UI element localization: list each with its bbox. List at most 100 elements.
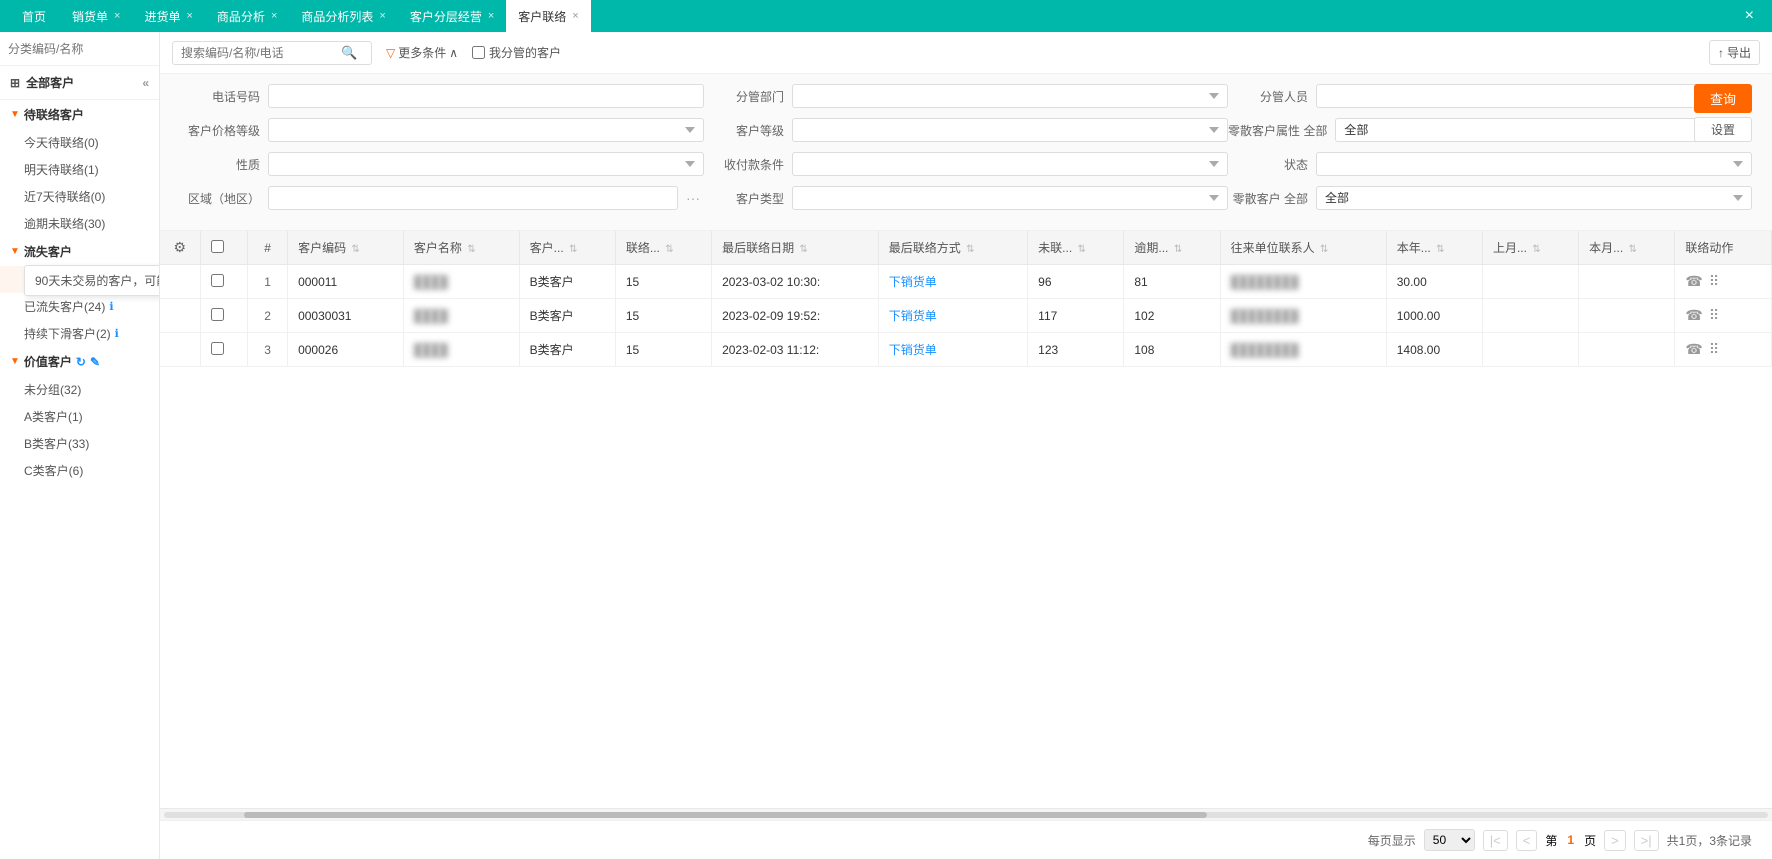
horizontal-scrollbar[interactable] [160, 808, 1772, 820]
first-page-button[interactable]: |< [1483, 830, 1508, 851]
th-settings[interactable]: ⚙ [160, 231, 200, 265]
customer-level-select[interactable] [792, 118, 1228, 142]
contact-action-icon-2[interactable]: ☎ [1685, 341, 1702, 358]
payment-select[interactable] [792, 152, 1228, 176]
th-last-date[interactable]: 最后联络日期 ⇅ [712, 231, 879, 265]
nav-tab-purchase[interactable]: 进货单 × [132, 0, 204, 32]
close-purchase-tab[interactable]: × [186, 10, 192, 22]
more-conditions-button[interactable]: ▽ 更多条件 ∧ [380, 41, 464, 64]
info-icon-1: ℹ [109, 300, 113, 313]
th-name[interactable]: 客户名称 ⇅ [403, 231, 519, 265]
select-all-checkbox[interactable] [211, 240, 224, 253]
close-analysis-list-tab[interactable]: × [379, 10, 385, 22]
settings-icon[interactable]: ⚙ [173, 239, 186, 255]
prev-page-button[interactable]: < [1516, 830, 1538, 851]
sidebar-item-already-lost[interactable]: 已流失客户(24) ℹ [0, 293, 159, 320]
next-page-button[interactable]: > [1604, 830, 1626, 851]
retail-customer-select[interactable]: 全部 [1316, 186, 1752, 210]
sidebar-item-class-a[interactable]: A类客户(1) [0, 403, 159, 430]
nature-select[interactable] [268, 152, 704, 176]
settings-button[interactable]: 设置 [1694, 117, 1752, 142]
sidebar-group-value[interactable]: ▼ 价值客户 ↻ ✎ [0, 347, 159, 376]
price-level-select[interactable] [268, 118, 704, 142]
sidebar-item-class-b[interactable]: B类客户(33) [0, 430, 159, 457]
my-customers-checkbox[interactable]: 我分管的客户 [472, 44, 561, 61]
td-check-0[interactable] [200, 265, 248, 299]
th-this-year[interactable]: 本年... ⇅ [1386, 231, 1482, 265]
phone-input[interactable] [268, 84, 704, 108]
row-checkbox-0[interactable] [211, 274, 224, 287]
more-action-icon-2[interactable]: ⠿ [1709, 341, 1719, 358]
sidebar-group-lost[interactable]: ▼ 流失客户 [0, 237, 159, 266]
nav-tab-analysis[interactable]: 商品分析 × [205, 0, 289, 32]
th-unit-contact[interactable]: 往来单位联系人 ⇅ [1220, 231, 1386, 265]
last-page-button[interactable]: >| [1634, 830, 1659, 851]
sidebar-item-today-pending[interactable]: 今天待联络(0) [0, 129, 159, 156]
th-this-month[interactable]: 本月... ⇅ [1579, 231, 1675, 265]
person-input[interactable] [1316, 84, 1726, 108]
sidebar-item-overdue[interactable]: 逾期未联络(30) [0, 210, 159, 237]
filter-cell-status: 状态 [1228, 152, 1752, 176]
td-last-method-2[interactable]: 下销货单 [878, 333, 1027, 367]
sidebar-item-week-pending[interactable]: 近7天待联络(0) [0, 183, 159, 210]
sidebar-section-lost: ▼ 流失客户 90天未交易的客户，可能有流失风险。 流失预警客户(3) ⚠ 已流… [0, 237, 159, 347]
status-select[interactable] [1316, 152, 1752, 176]
page-size-select[interactable]: 50 20 100 [1424, 829, 1475, 851]
close-customer-contact-tab[interactable]: × [572, 10, 578, 22]
th-last-method[interactable]: 最后联络方式 ⇅ [878, 231, 1027, 265]
sidebar-item-tomorrow-pending[interactable]: 明天待联络(1) [0, 156, 159, 183]
td-last-method-1[interactable]: 下销货单 [878, 299, 1027, 333]
query-button[interactable]: 查询 [1694, 84, 1752, 113]
row-checkbox-2[interactable] [211, 342, 224, 355]
th-index: # [248, 231, 288, 265]
nav-tab-sales[interactable]: 销货单 × [60, 0, 132, 32]
close-analysis-tab[interactable]: × [271, 10, 277, 22]
scrollbar-track [164, 812, 1768, 818]
nav-tab-customer-layer[interactable]: 客户分层经营 × [398, 0, 506, 32]
td-check-2[interactable] [200, 333, 248, 367]
nav-tab-customer-contact[interactable]: 客户联络 × [506, 0, 590, 32]
td-type-0: B类客户 [519, 265, 615, 299]
customer-table: ⚙ # 客户编码 ⇅ 客户名称 ⇅ 客户... ⇅ 联络... ⇅ 最后联络日期… [160, 231, 1772, 367]
action-icons-0: ☎ ⠿ [1685, 273, 1761, 290]
td-last-method-0[interactable]: 下销货单 [878, 265, 1027, 299]
dept-select[interactable] [792, 84, 1228, 108]
collapse-icon: « [142, 76, 149, 90]
th-type[interactable]: 客户... ⇅ [519, 231, 615, 265]
close-all-button[interactable]: × [1735, 7, 1764, 25]
region-more-btn[interactable]: ··· [682, 190, 704, 206]
td-check-1[interactable] [200, 299, 248, 333]
td-last-date-1: 2023-02-09 19:52: [712, 299, 879, 333]
sidebar-item-ungrouped[interactable]: 未分组(32) [0, 376, 159, 403]
customer-type-select[interactable] [792, 186, 1228, 210]
sidebar-item-declining[interactable]: 持续下滑客户(2) ℹ [0, 320, 159, 347]
my-customers-check[interactable] [472, 46, 485, 59]
search-input[interactable] [181, 46, 341, 60]
filter-cell-retail-customer: 零散客户 全部 全部 [1228, 186, 1752, 210]
th-overdue[interactable]: 逾期... ⇅ [1124, 231, 1220, 265]
more-action-icon-1[interactable]: ⠿ [1709, 307, 1719, 324]
th-contact[interactable]: 联络... ⇅ [615, 231, 711, 265]
sidebar-search-input[interactable] [8, 42, 160, 56]
export-button[interactable]: ↑ 导出 [1709, 40, 1760, 65]
row-checkbox-1[interactable] [211, 308, 224, 321]
th-code[interactable]: 客户编码 ⇅ [288, 231, 404, 265]
contact-action-icon-0[interactable]: ☎ [1685, 273, 1702, 290]
sidebar-all-customers[interactable]: ⊞ 全部客户 « [0, 66, 159, 100]
sidebar-group-pending-contact[interactable]: ▼ 待联络客户 [0, 100, 159, 129]
close-sales-tab[interactable]: × [114, 10, 120, 22]
sort-icon-type: ⇅ [569, 244, 577, 255]
nav-tab-analysis-list[interactable]: 商品分析列表 × [289, 0, 397, 32]
close-customer-layer-tab[interactable]: × [488, 10, 494, 22]
sidebar-item-class-c[interactable]: C类客户(6) [0, 457, 159, 484]
nav-tab-home[interactable]: 首页 [8, 0, 60, 32]
search-button[interactable]: 🔍 [341, 45, 357, 61]
region-input[interactable] [268, 186, 678, 210]
refresh-icon[interactable]: ↻ [76, 355, 86, 369]
more-action-icon-0[interactable]: ⠿ [1709, 273, 1719, 290]
th-uncontacted[interactable]: 未联... ⇅ [1028, 231, 1124, 265]
edit-icon[interactable]: ✎ [90, 355, 100, 369]
contact-action-icon-1[interactable]: ☎ [1685, 307, 1702, 324]
retail-attr-select[interactable]: 全部 [1335, 118, 1752, 142]
th-last-month[interactable]: 上月... ⇅ [1482, 231, 1578, 265]
